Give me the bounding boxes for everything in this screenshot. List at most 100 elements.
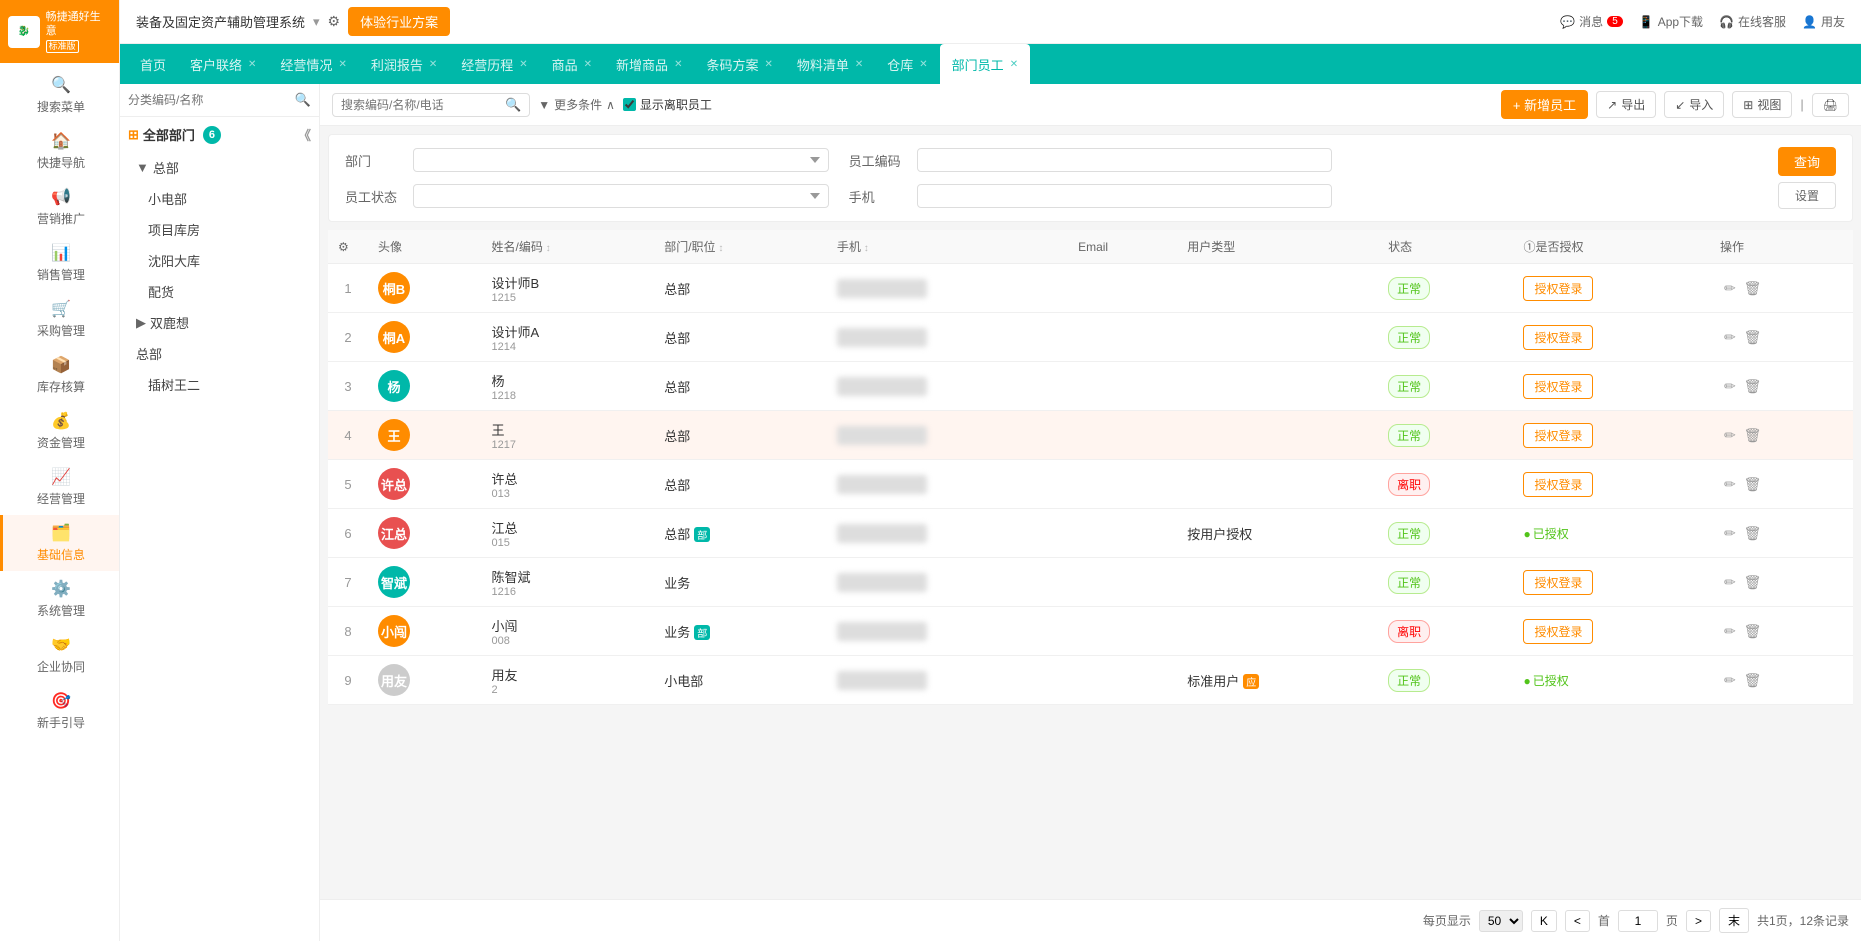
print-button[interactable]: 🖨: [1812, 93, 1849, 117]
reset-button[interactable]: 设置: [1778, 182, 1836, 209]
search-input[interactable]: [341, 98, 501, 112]
view-button[interactable]: ⊞ 视图: [1732, 91, 1792, 118]
last-page-button[interactable]: 末: [1719, 908, 1749, 933]
edit-button[interactable]: ✏: [1720, 327, 1740, 348]
empcode-input[interactable]: [917, 148, 1333, 172]
dept-node-small-elec[interactable]: 小电部: [120, 183, 319, 214]
tab-close-history[interactable]: ✕: [519, 59, 527, 70]
auth-button[interactable]: 授权登录: [1523, 325, 1593, 350]
dept-select[interactable]: [413, 148, 829, 172]
sidebar-item-guide[interactable]: 🎯新手引导: [0, 683, 119, 739]
first-page-button[interactable]: K: [1531, 910, 1557, 932]
auth-button[interactable]: 授权登录: [1523, 423, 1593, 448]
delete-button[interactable]: 🗑: [1740, 572, 1766, 593]
tab-goods[interactable]: 商品✕: [540, 44, 604, 84]
delete-button[interactable]: 🗑: [1740, 278, 1766, 299]
delete-button[interactable]: 🗑: [1740, 327, 1766, 348]
dept-node-project[interactable]: 项目库房: [120, 214, 319, 245]
dept-search-input[interactable]: [128, 93, 295, 107]
sidebar-item-marketing[interactable]: 📢营销推广: [0, 179, 119, 235]
user-menu[interactable]: 👤 用友: [1802, 13, 1845, 30]
delete-button[interactable]: 🗑: [1740, 523, 1766, 544]
dept-node-delivery[interactable]: 配货: [120, 276, 319, 307]
show-resigned-checkbox[interactable]: 显示离职员工: [623, 96, 712, 113]
th-dept[interactable]: 部门/职位: [654, 230, 827, 264]
edit-button[interactable]: ✏: [1720, 670, 1740, 691]
tab-close-goods[interactable]: ✕: [584, 59, 592, 70]
tab-close-profit[interactable]: ✕: [429, 59, 437, 70]
auth-button[interactable]: 授权登录: [1523, 374, 1593, 399]
tab-history[interactable]: 经营历程✕: [449, 44, 539, 84]
sidebar-item-finance[interactable]: 💰资金管理: [0, 403, 119, 459]
search-icon[interactable]: 🔍: [505, 97, 521, 113]
tab-profit[interactable]: 利润报告✕: [359, 44, 449, 84]
edit-button[interactable]: ✏: [1720, 523, 1740, 544]
dept-collapse-icon[interactable]: 《: [298, 125, 311, 144]
th-name[interactable]: 姓名/编码: [482, 230, 655, 264]
status-select[interactable]: [413, 184, 829, 208]
tab-close-warehouse[interactable]: ✕: [919, 59, 927, 70]
delete-button[interactable]: 🗑: [1740, 670, 1766, 691]
edit-button[interactable]: ✏: [1720, 474, 1740, 495]
tab-barcode[interactable]: 条码方案✕: [694, 44, 784, 84]
th-phone[interactable]: 手机: [827, 230, 1068, 264]
dept-node-shenyang[interactable]: 沈阳大库: [120, 245, 319, 276]
tab-close-customer[interactable]: ✕: [248, 59, 256, 70]
sidebar-item-operations[interactable]: 📈经营管理: [0, 459, 119, 515]
sidebar-item-shortcut[interactable]: 🏠快捷导航: [0, 123, 119, 179]
query-button[interactable]: 查询: [1778, 147, 1836, 176]
auth-button[interactable]: 授权登录: [1523, 570, 1593, 595]
experience-button[interactable]: 体验行业方案: [348, 7, 450, 36]
tab-close-operations[interactable]: ✕: [338, 59, 346, 70]
phone-input[interactable]: [917, 184, 1333, 208]
message-button[interactable]: 💬 消息 5: [1560, 13, 1623, 30]
dept-node-chushu[interactable]: 插树王二: [120, 369, 319, 400]
sidebar-item-enterprise[interactable]: 🤝企业协同: [0, 627, 119, 683]
dept-node-head[interactable]: ▼ 总部: [120, 152, 319, 183]
tab-close-bom[interactable]: ✕: [855, 59, 863, 70]
edit-button[interactable]: ✏: [1720, 621, 1740, 642]
delete-button[interactable]: 🗑: [1740, 376, 1766, 397]
tab-bom[interactable]: 物料清单✕: [785, 44, 875, 84]
tab-warehouse[interactable]: 仓库✕: [875, 44, 939, 84]
edit-button[interactable]: ✏: [1720, 376, 1740, 397]
tab-close-barcode[interactable]: ✕: [764, 59, 772, 70]
tab-operations[interactable]: 经营情况✕: [268, 44, 358, 84]
tab-close-new-goods[interactable]: ✕: [674, 59, 682, 70]
tab-customer[interactable]: 客户联络✕: [178, 44, 268, 84]
tab-close-dept[interactable]: ✕: [1010, 59, 1018, 70]
tab-dept-employee[interactable]: 部门员工✕: [940, 44, 1030, 84]
tab-home[interactable]: 首页: [128, 44, 178, 84]
sidebar-item-system[interactable]: ⚙️系统管理: [0, 571, 119, 627]
edit-button[interactable]: ✏: [1720, 572, 1740, 593]
more-conditions-button[interactable]: ▼ 更多条件 ∧: [538, 96, 615, 113]
per-page-select[interactable]: 50: [1479, 910, 1523, 932]
more-toolbar-icon[interactable]: |: [1800, 97, 1803, 112]
tab-new-goods[interactable]: 新增商品✕: [604, 44, 694, 84]
auth-button[interactable]: 授权登录: [1523, 276, 1593, 301]
online-service-button[interactable]: 🎧 在线客服: [1719, 13, 1786, 30]
edit-button[interactable]: ✏: [1720, 278, 1740, 299]
add-employee-button[interactable]: + 新增员工: [1501, 90, 1588, 119]
sidebar-item-inventory[interactable]: 📦库存核算: [0, 347, 119, 403]
dropdown-icon[interactable]: ▾: [313, 14, 320, 30]
auth-button[interactable]: 授权登录: [1523, 472, 1593, 497]
import-button[interactable]: ↙ 导入: [1664, 91, 1724, 118]
delete-button[interactable]: 🗑: [1740, 474, 1766, 495]
auth-button[interactable]: 授权登录: [1523, 619, 1593, 644]
sidebar-item-purchase[interactable]: 🛒采购管理: [0, 291, 119, 347]
dept-node-zongbu[interactable]: 总部: [120, 338, 319, 369]
dept-search-icon[interactable]: 🔍: [295, 92, 311, 108]
page-input[interactable]: [1618, 910, 1658, 932]
th-settings[interactable]: ⚙: [328, 230, 368, 264]
export-button[interactable]: ↗ 导出: [1596, 91, 1656, 118]
next-page-button[interactable]: >: [1686, 910, 1711, 932]
prev-page-button[interactable]: <: [1565, 910, 1590, 932]
delete-button[interactable]: 🗑: [1740, 621, 1766, 642]
delete-button[interactable]: 🗑: [1740, 425, 1766, 446]
dept-node-shuanglu[interactable]: ▶ 双鹿想: [120, 307, 319, 338]
settings-icon[interactable]: ⚙: [328, 13, 341, 30]
sidebar-item-sales[interactable]: 📊销售管理: [0, 235, 119, 291]
app-download-button[interactable]: 📱 App下载: [1639, 13, 1703, 30]
sidebar-item-basic[interactable]: 🗂️基础信息: [0, 515, 119, 571]
